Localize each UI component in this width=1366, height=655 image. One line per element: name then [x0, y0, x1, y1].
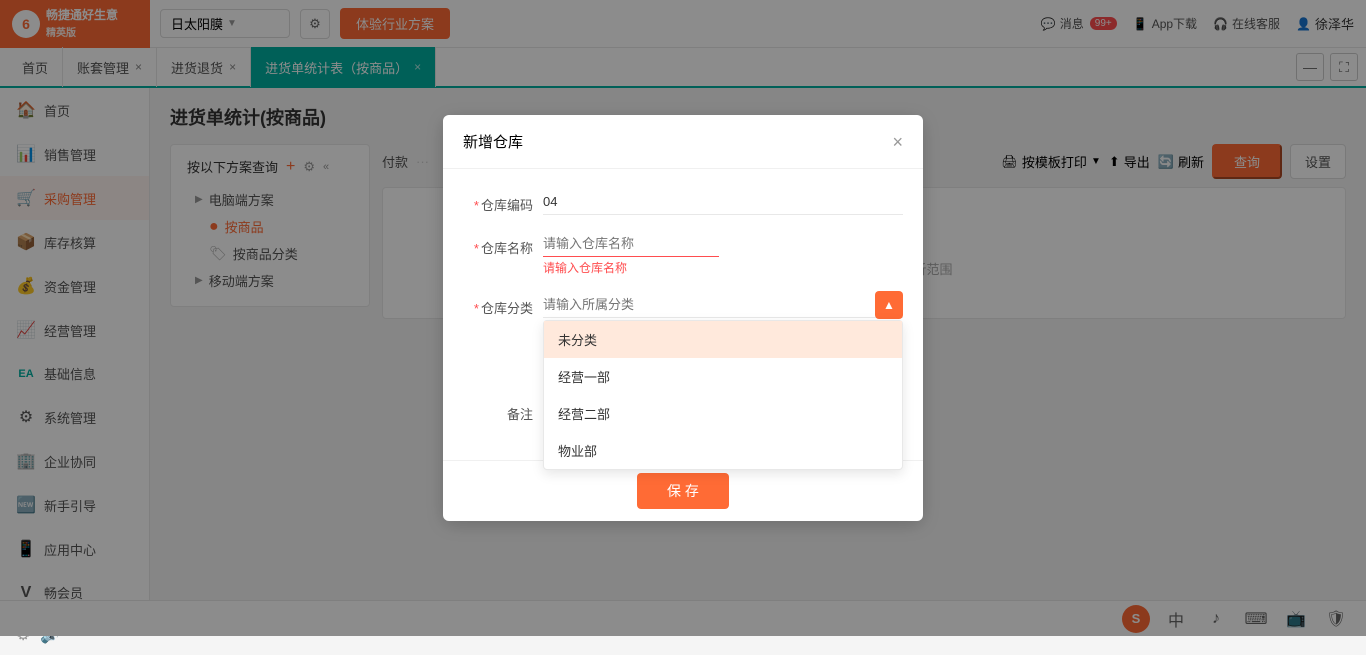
modal-header: 新增仓库 ×: [443, 115, 923, 169]
dropdown-item-dept1[interactable]: 经营一部: [544, 358, 902, 395]
category-dropdown: 未分类 经营一部 经营二部 物业部: [543, 320, 903, 470]
dropdown-item-property[interactable]: 物业部: [544, 432, 902, 469]
code-label: 仓库编码: [463, 189, 543, 214]
name-error-message: 请输入仓库名称: [543, 259, 627, 276]
modal-overlay: 新增仓库 × 仓库编码 仓库名称 请输入仓库名称 仓库分: [0, 0, 1366, 636]
modal-body: 仓库编码 仓库名称 请输入仓库名称 仓库分类 ▲: [443, 169, 923, 460]
name-input[interactable]: [543, 231, 719, 257]
modal-close-button[interactable]: ×: [892, 133, 903, 151]
category-label: 仓库分类: [463, 292, 543, 317]
dropdown-item-uncategorized[interactable]: 未分类: [544, 321, 902, 358]
category-input-wrapper: ▲: [543, 292, 903, 318]
category-field-row: 仓库分类 ▲ 未分类 经营一部 经营二部: [463, 292, 903, 318]
category-toggle-button[interactable]: ▲: [875, 291, 903, 319]
save-button[interactable]: 保 存: [637, 473, 729, 509]
name-label: 仓库名称: [463, 232, 543, 257]
new-warehouse-modal: 新增仓库 × 仓库编码 仓库名称 请输入仓库名称 仓库分: [443, 115, 923, 521]
code-input[interactable]: [543, 189, 903, 215]
category-input[interactable]: [543, 292, 903, 318]
code-field-row: 仓库编码: [463, 189, 903, 215]
name-field-row: 仓库名称 请输入仓库名称: [463, 231, 903, 276]
modal-title: 新增仓库: [463, 131, 523, 152]
note-label: 备注: [463, 398, 543, 423]
dropdown-item-dept2[interactable]: 经营二部: [544, 395, 902, 432]
